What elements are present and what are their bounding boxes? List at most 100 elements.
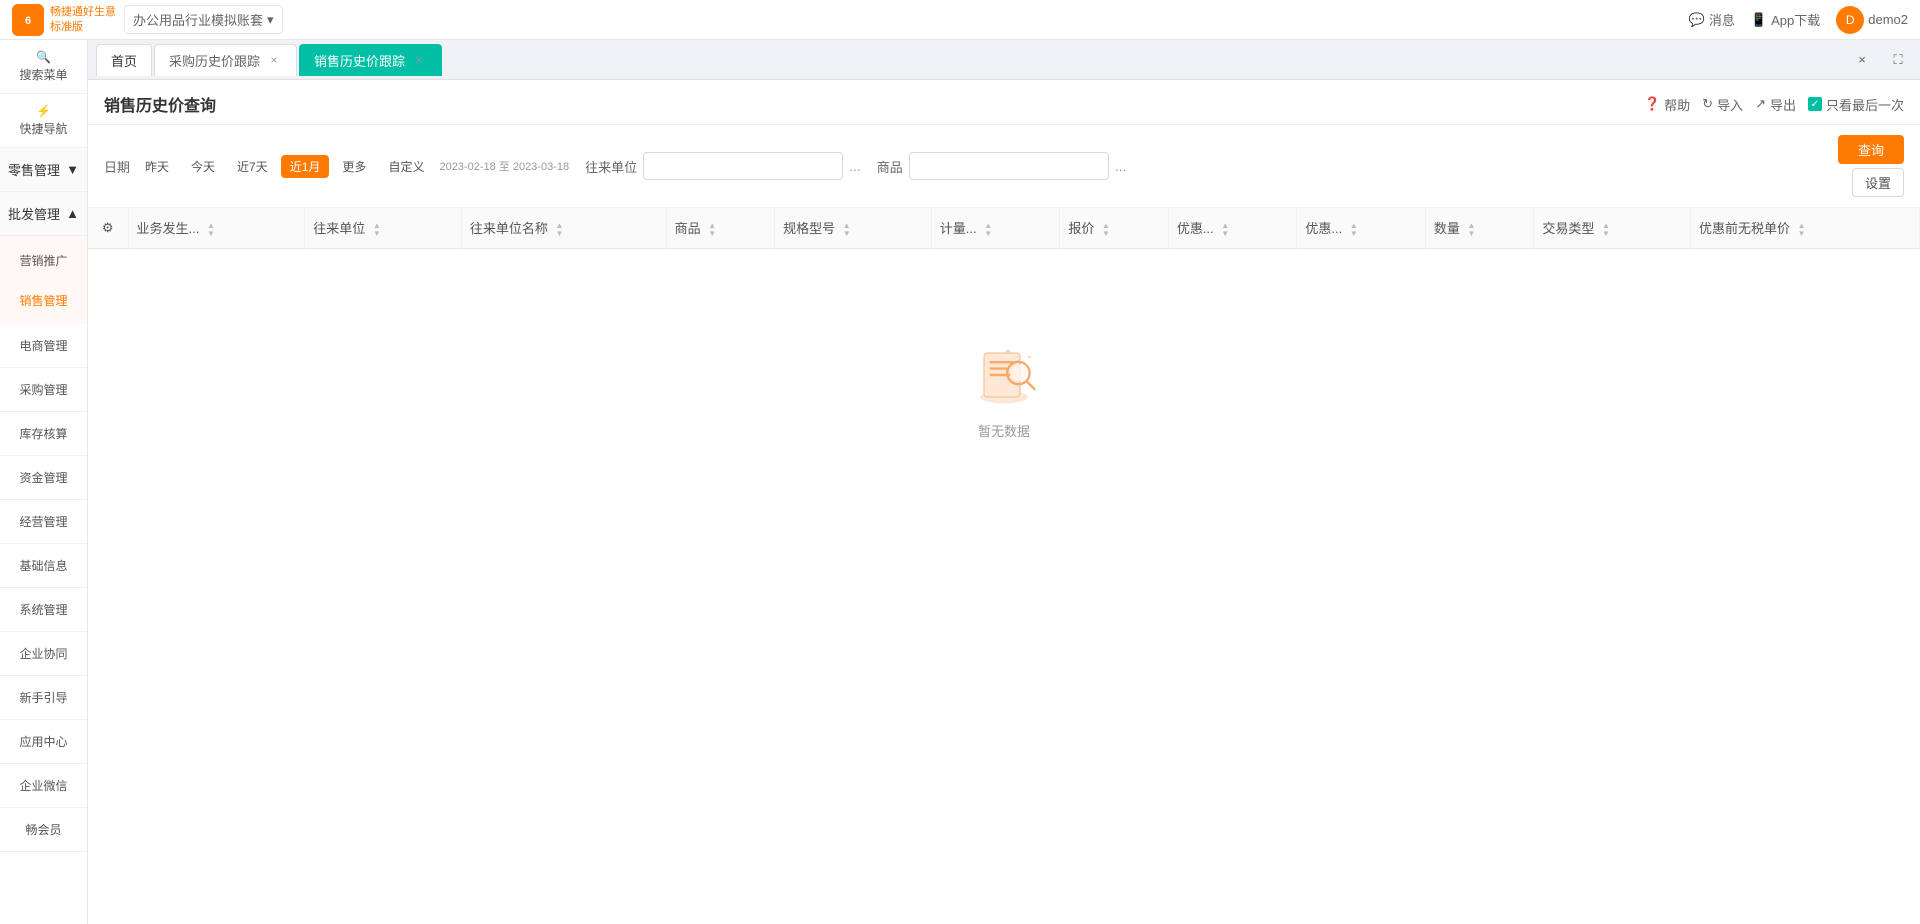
col-unit[interactable]: 计量... ▲▼ [931,208,1060,248]
date-buttons: 昨天 今天 近7天 近1月 更多 自定义 [136,155,433,178]
help-btn[interactable]: ❓ 帮助 [1644,95,1690,114]
tab-bar: 首页 采购历史价跟踪 × 销售历史价跟踪 × × ⛶ [88,40,1920,80]
tab-sales-history[interactable]: 销售历史价跟踪 × [299,44,442,76]
tab-purchase-history[interactable]: 采购历史价跟踪 × [154,44,297,76]
chevron-up-icon: ▲ [66,206,79,221]
query-actions: 查询 设置 [1838,135,1904,197]
query-button[interactable]: 查询 [1838,135,1904,164]
goods-label: 商品 [877,157,903,176]
sidebar-item-purchase[interactable]: 采购管理 [0,368,87,412]
date-btn-7days[interactable]: 近7天 [228,155,277,178]
chevron-down-icon: ▼ [66,162,79,177]
partner-filter-group: 往来单位 ... [585,152,861,180]
data-table: ⚙ 业务发生... ▲▼ 往来单位 ▲▼ 往来单位名称 [88,208,1920,249]
header-right: 💬 消息 📱 App下载 D demo2 [1689,6,1908,34]
sort-icon-pretax-price: ▲▼ [1798,222,1806,238]
col-pretax-price[interactable]: 优惠前无税单价 ▲▼ [1691,208,1920,248]
col-discount1[interactable]: 优惠... ▲▼ [1168,208,1297,248]
partner-input[interactable] [643,152,843,180]
date-btn-custom[interactable]: 自定义 [379,155,433,178]
logo-text: 畅捷通好生意 标准版 [50,5,116,34]
app-selector[interactable]: 办公用品行业模拟账套 ▾ [124,5,283,34]
page-content: 销售历史价查询 ❓ 帮助 ↻ 导入 ↗ 导出 ✓ [88,80,1920,924]
message-icon: 💬 [1689,12,1705,28]
tab-close-purchase[interactable]: × [266,52,282,68]
close-all-tabs-btn[interactable]: × [1848,46,1876,74]
goods-input[interactable] [909,152,1109,180]
sidebar-item-shortcut[interactable]: ⚡ 快捷导航 [0,94,87,148]
partner-label: 往来单位 [585,157,637,176]
sort-icon-discount2: ▲▼ [1350,222,1358,238]
import-icon: ↻ [1702,96,1713,112]
only-last-checkbox[interactable]: ✓ 只看最后一次 [1808,95,1904,114]
content-area: 首页 采购历史价跟踪 × 销售历史价跟踪 × × ⛶ 销售历史价查询 [88,40,1920,924]
sort-icon-quantity: ▲▼ [1468,222,1476,238]
sidebar-item-enterprise[interactable]: 企业协同 [0,632,87,676]
date-btn-yesterday[interactable]: 昨天 [136,155,178,178]
dropdown-icon: ▾ [267,12,274,28]
fullscreen-btn[interactable]: ⛶ [1884,46,1912,74]
main-layout: 🔍 搜索菜单 ⚡ 快捷导航 零售管理 ▼ 批发管理 ▲ 营销推广 销售管理 电商… [0,40,1920,924]
sidebar-item-base[interactable]: 基础信息 [0,544,87,588]
shortcut-icon: ⚡ [36,104,51,118]
sidebar-item-member[interactable]: 畅会员 [0,808,87,852]
goods-dots[interactable]: ... [1115,158,1127,174]
sidebar-item-wholesale[interactable]: 批发管理 ▲ [0,192,87,236]
message-btn[interactable]: 💬 消息 [1689,10,1735,29]
user-profile[interactable]: D demo2 [1836,6,1908,34]
col-settings[interactable]: ⚙ [88,208,128,248]
settings-button[interactable]: 设置 [1852,168,1904,197]
sidebar-item-ecommerce[interactable]: 电商管理 [0,324,87,368]
sidebar-item-system[interactable]: 系统管理 [0,588,87,632]
partner-dots[interactable]: ... [849,158,861,174]
table-header-row: ⚙ 业务发生... ▲▼ 往来单位 ▲▼ 往来单位名称 [88,208,1920,248]
top-header: 6 畅捷通好生意 标准版 办公用品行业模拟账套 ▾ 💬 消息 📱 App下载 D… [0,0,1920,40]
col-goods[interactable]: 商品 ▲▼ [666,208,774,248]
sidebar-item-operation[interactable]: 经营管理 [0,500,87,544]
sidebar-item-marketing[interactable]: 营销推广 [0,240,87,280]
date-btn-1month[interactable]: 近1月 [281,155,330,178]
sidebar-item-sales[interactable]: 销售管理 [0,280,87,320]
sort-icon-trade-type: ▲▼ [1602,222,1610,238]
sort-icon-spec: ▲▼ [843,222,851,238]
col-partner-code[interactable]: 往来单位 ▲▼ [305,208,462,248]
settings-col-icon: ⚙ [102,220,114,235]
col-partner-name[interactable]: 往来单位名称 ▲▼ [461,208,666,248]
sidebar-item-search[interactable]: 🔍 搜索菜单 [0,40,87,94]
page-header: 销售历史价查询 ❓ 帮助 ↻ 导入 ↗ 导出 ✓ [88,80,1920,125]
date-range-text: 2023-02-18 至 2023-03-18 [439,158,569,174]
tab-close-sales[interactable]: × [411,52,427,68]
import-btn[interactable]: ↻ 导入 [1702,95,1743,114]
sort-icon-biz-date: ▲▼ [207,222,215,238]
page-header-actions: ❓ 帮助 ↻ 导入 ↗ 导出 ✓ 只看最后一次 [1644,95,1904,114]
search-icon: 🔍 [36,50,51,64]
header-left: 6 畅捷通好生意 标准版 办公用品行业模拟账套 ▾ [12,4,283,36]
col-discount2[interactable]: 优惠... ▲▼ [1297,208,1426,248]
col-quote[interactable]: 报价 ▲▼ [1060,208,1168,248]
empty-state: 暂无数据 [88,249,1920,520]
checkbox-icon: ✓ [1808,97,1822,111]
sidebar-item-inventory[interactable]: 库存核算 [0,412,87,456]
date-btn-more[interactable]: 更多 [333,155,375,178]
sort-icon-unit: ▲▼ [984,222,992,238]
col-trade-type[interactable]: 交易类型 ▲▼ [1534,208,1691,248]
sort-icon-quote: ▲▼ [1102,222,1110,238]
col-biz-date[interactable]: 业务发生... ▲▼ [128,208,305,248]
empty-icon [964,329,1044,409]
date-filter-group: 日期 昨天 今天 近7天 近1月 更多 自定义 2023-02-18 至 202… [104,155,569,178]
sidebar: 🔍 搜索菜单 ⚡ 快捷导航 零售管理 ▼ 批发管理 ▲ 营销推广 销售管理 电商… [0,40,88,924]
export-btn[interactable]: ↗ 导出 [1755,95,1796,114]
sidebar-item-finance[interactable]: 资金管理 [0,456,87,500]
tab-home[interactable]: 首页 [96,44,152,76]
col-quantity[interactable]: 数量 ▲▼ [1425,208,1533,248]
sort-icon-partner-name: ▲▼ [555,222,563,238]
col-spec[interactable]: 规格型号 ▲▼ [775,208,932,248]
date-label: 日期 [104,157,130,176]
sidebar-item-wechat[interactable]: 企业微信 [0,764,87,808]
sidebar-item-appstore[interactable]: 应用中心 [0,720,87,764]
sidebar-item-guide[interactable]: 新手引导 [0,676,87,720]
date-btn-today[interactable]: 今天 [182,155,224,178]
app-download-btn[interactable]: 📱 App下载 [1751,10,1820,29]
sidebar-item-retail[interactable]: 零售管理 ▼ [0,148,87,192]
wholesale-submenu: 营销推广 销售管理 [0,236,87,324]
